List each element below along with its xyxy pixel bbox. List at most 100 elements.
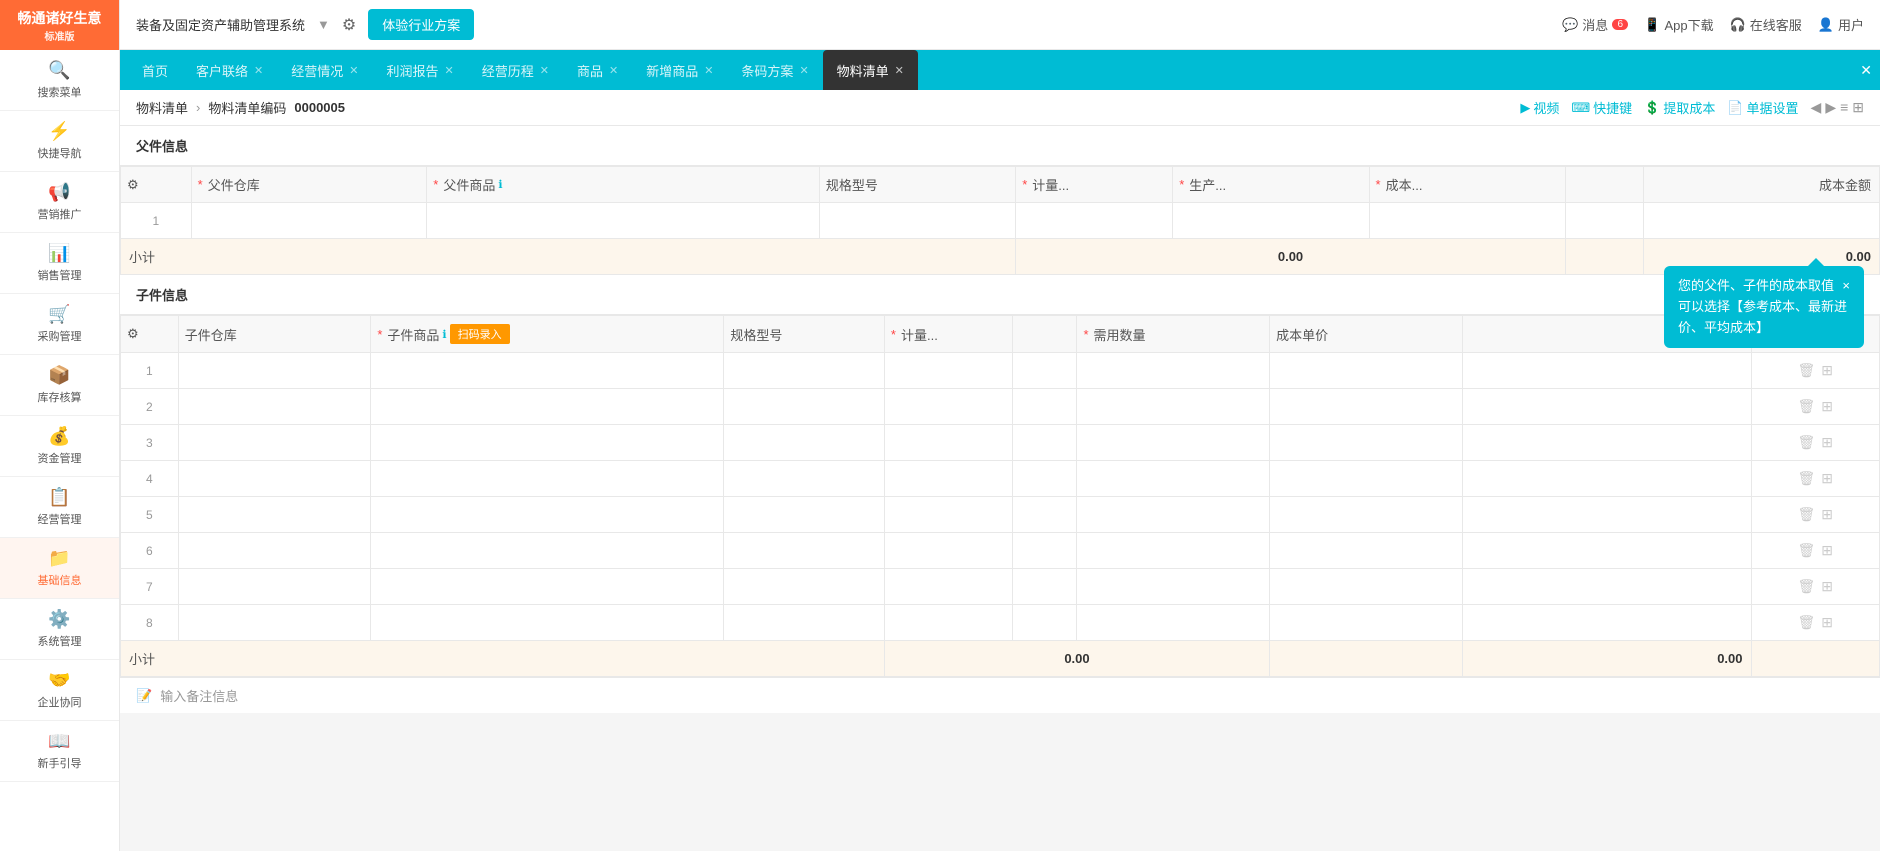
child-spec-cell-0[interactable] [724,353,884,389]
copy-icon-0[interactable]: ⊞ [1821,362,1833,379]
child-unit-cell-7[interactable] [884,605,1012,641]
child-unit-cell-5[interactable] [884,533,1012,569]
child-product-cell-2[interactable] [371,425,724,461]
copy-icon-5[interactable]: ⊞ [1821,542,1833,559]
delete-icon-6[interactable]: 🗑 [1798,578,1816,595]
delete-icon-5[interactable]: 🗑 [1798,542,1816,559]
tab-close-6[interactable]: ✕ [704,64,713,77]
delete-icon-2[interactable]: 🗑 [1798,434,1816,451]
child-product-info-icon[interactable]: ℹ [442,328,446,341]
copy-icon-4[interactable]: ⊞ [1821,506,1833,523]
parent-product-cell[interactable] [427,203,820,239]
nav-tab-1[interactable]: 客户联络✕ [182,50,277,90]
child-qty-cell-3[interactable] [1077,461,1270,497]
delete-icon-3[interactable]: 🗑 [1798,470,1816,487]
child-qty-cell-7[interactable] [1077,605,1270,641]
child-warehouse-cell-3[interactable] [178,461,371,497]
copy-icon-1[interactable]: ⊞ [1821,398,1833,415]
child-cost-amount-cell-3[interactable] [1462,461,1751,497]
child-unit-cell-3[interactable] [884,461,1012,497]
child-unit-price-cell-5[interactable] [1270,533,1463,569]
child-unit-price-cell-3[interactable] [1270,461,1463,497]
nav-tab-8[interactable]: 物料清单✕ [823,50,918,90]
child-product-cell-3[interactable] [371,461,724,497]
sidebar-item-8[interactable]: 📁基础信息 [0,538,119,599]
child-warehouse-cell-0[interactable] [178,353,371,389]
child-product-cell-1[interactable] [371,389,724,425]
child-unit-cell-6[interactable] [884,569,1012,605]
parent-cost-amount-cell[interactable] [1644,203,1880,239]
child-product-cell-0[interactable] [371,353,724,389]
tab-close-8[interactable]: ✕ [895,64,904,77]
delete-icon-0[interactable]: 🗑 [1798,362,1816,379]
child-cost-amount-cell-1[interactable] [1462,389,1751,425]
sidebar-item-4[interactable]: 🛒采购管理 [0,294,119,355]
gear-button[interactable]: ⚙ [342,15,356,35]
video-action[interactable]: ▶ 视频 [1520,98,1559,117]
nav-tab-5[interactable]: 商品✕ [563,50,632,90]
settings-icon[interactable]: ⚙ [127,177,139,192]
child-qty-cell-5[interactable] [1077,533,1270,569]
child-unit-price-cell-0[interactable] [1270,353,1463,389]
nav-tab-2[interactable]: 经营情况✕ [277,50,372,90]
child-spec-cell-3[interactable] [724,461,884,497]
parent-production-cell[interactable] [1173,203,1369,239]
child-warehouse-cell-4[interactable] [178,497,371,533]
child-spec-cell-6[interactable] [724,569,884,605]
child-cost-amount-cell-7[interactable] [1462,605,1751,641]
tab-close-2[interactable]: ✕ [349,64,358,77]
delete-icon-7[interactable]: 🗑 [1798,614,1816,631]
child-spec-cell-1[interactable] [724,389,884,425]
tab-close-5[interactable]: ✕ [609,64,618,77]
parent-spec-cell[interactable] [819,203,1015,239]
nav-tab-4[interactable]: 经营历程✕ [468,50,563,90]
online-service-button[interactable]: 🎧 在线客服 [1730,15,1802,34]
child-unit-price-cell-4[interactable] [1270,497,1463,533]
child-spec-cell-2[interactable] [724,425,884,461]
child-qty-cell-2[interactable] [1077,425,1270,461]
nav-tab-0[interactable]: 首页 [128,50,182,90]
product-info-icon[interactable]: ℹ [498,178,502,191]
child-product-cell-5[interactable] [371,533,724,569]
scan-input-button[interactable]: 扫码录入 [450,324,510,344]
child-unit-price-cell-7[interactable] [1270,605,1463,641]
child-qty-cell-4[interactable] [1077,497,1270,533]
child-product-cell-6[interactable] [371,569,724,605]
child-spec-cell-5[interactable] [724,533,884,569]
copy-icon-3[interactable]: ⊞ [1821,470,1833,487]
child-warehouse-cell-7[interactable] [178,605,371,641]
child-cost-amount-cell-2[interactable] [1462,425,1751,461]
shortcut-action[interactable]: ⌨ 快捷键 [1571,98,1632,117]
delete-icon-4[interactable]: 🗑 [1798,506,1816,523]
parent-unit-cell[interactable] [1016,203,1173,239]
next-record-button[interactable]: ▶ [1825,99,1836,116]
copy-icon-7[interactable]: ⊞ [1821,614,1833,631]
system-dropdown-arrow[interactable]: ▼ [317,17,330,32]
child-qty-cell-1[interactable] [1077,389,1270,425]
child-warehouse-cell-1[interactable] [178,389,371,425]
child-product-cell-4[interactable] [371,497,724,533]
trial-button[interactable]: 体验行业方案 [368,9,474,40]
sidebar-item-9[interactable]: ⚙️系统管理 [0,599,119,660]
tooltip-close-button[interactable]: × [1842,276,1850,297]
prev-record-button[interactable]: ◀ [1811,99,1822,116]
nav-tab-3[interactable]: 利润报告✕ [372,50,467,90]
app-download-button[interactable]: 📱 App下载 [1644,15,1713,34]
child-unit-cell-2[interactable] [884,425,1012,461]
message-button[interactable]: 💬 消息 6 [1562,15,1628,34]
doc-settings-action[interactable]: 📄 单据设置 [1727,98,1798,117]
nav-tab-7[interactable]: 条码方案✕ [727,50,822,90]
tab-close-3[interactable]: ✕ [445,64,454,77]
child-unit-price-cell-6[interactable] [1270,569,1463,605]
extract-cost-action[interactable]: 💲 提取成本 [1644,98,1715,117]
copy-icon-2[interactable]: ⊞ [1821,434,1833,451]
copy-icon-6[interactable]: ⊞ [1821,578,1833,595]
sidebar-item-10[interactable]: 🤝企业协同 [0,660,119,721]
nav-tab-6[interactable]: 新增商品✕ [632,50,727,90]
child-cost-amount-cell-4[interactable] [1462,497,1751,533]
parent-warehouse-cell[interactable] [191,203,427,239]
child-spec-cell-7[interactable] [724,605,884,641]
child-product-cell-7[interactable] [371,605,724,641]
sidebar-item-2[interactable]: 📢营销推广 [0,172,119,233]
child-warehouse-cell-5[interactable] [178,533,371,569]
